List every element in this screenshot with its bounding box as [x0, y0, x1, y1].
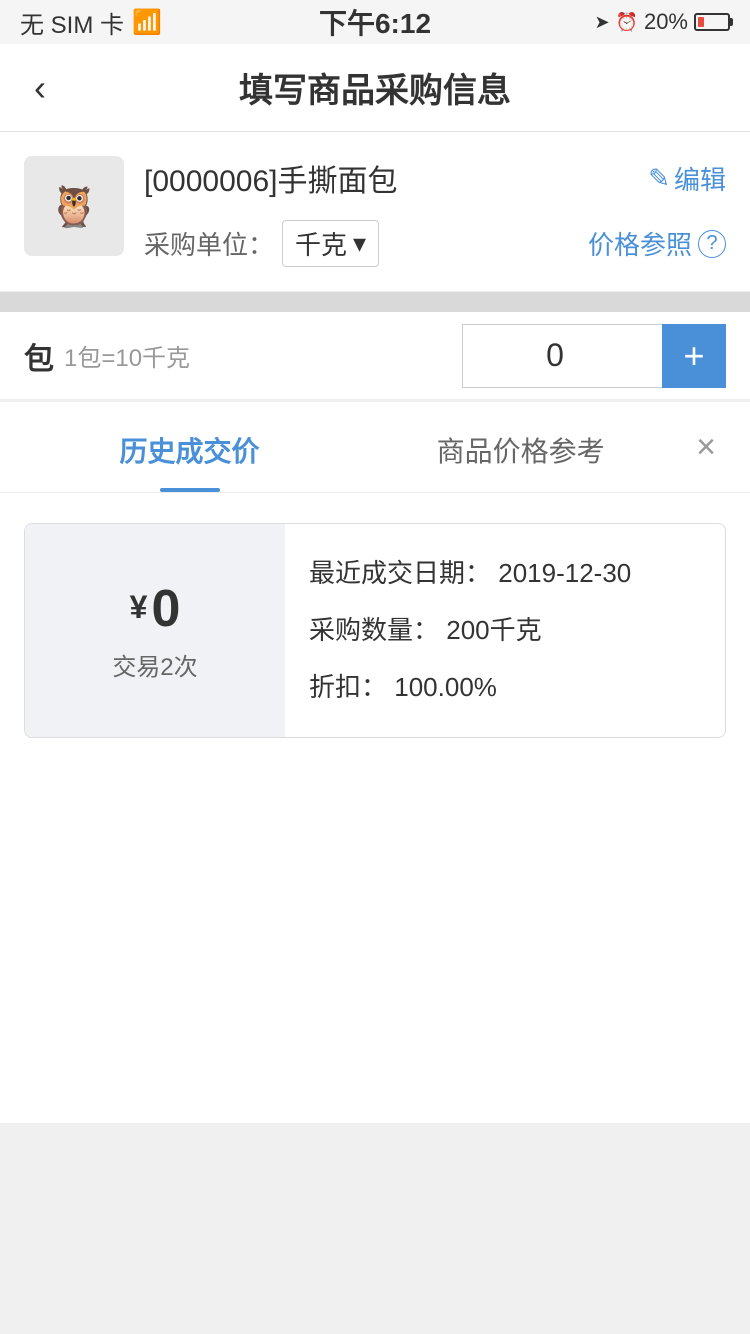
qty-plus-button[interactable]: +: [662, 324, 726, 388]
battery-indicator: [694, 13, 730, 31]
purchase-qty-label: 采购数量：: [309, 615, 439, 645]
price-transactions: 交易2次: [112, 647, 197, 682]
product-meta: 采购单位： 千克 ▾ 价格参照 ?: [144, 220, 726, 267]
discount-value: 100.00%: [394, 672, 497, 702]
edit-label: 编辑: [674, 160, 726, 197]
status-right: ➤ ⏰ 20%: [594, 9, 730, 35]
unit-value: 千克: [295, 225, 347, 262]
recent-date-label: 最近成交日期：: [309, 558, 491, 588]
purchase-qty-row: 采购数量： 200千克: [309, 611, 701, 650]
price-amount: ¥ 0: [130, 579, 181, 639]
divider-bar: [0, 292, 750, 312]
price-value: 0: [151, 579, 180, 639]
dropdown-icon: ▾: [353, 228, 366, 259]
nav-bar: ‹ 填写商品采购信息: [0, 44, 750, 132]
status-time: 下午6:12: [319, 2, 431, 42]
price-ref-button[interactable]: 价格参照 ?: [588, 225, 726, 262]
product-title: 手撕面包: [277, 165, 397, 198]
product-header: [0000006]手撕面包 ✎ 编辑: [144, 156, 726, 200]
tab1-label: 历史成交价: [120, 436, 260, 467]
recent-date-value: 2019-12-30: [498, 558, 631, 588]
price-ref-help-icon: ?: [698, 230, 726, 258]
page-title: 填写商品采购信息: [239, 63, 511, 112]
sim-status: 无 SIM 卡: [20, 5, 124, 40]
unit-prefix-label: 采购单位：: [144, 225, 274, 262]
price-card-right: 最近成交日期： 2019-12-30 采购数量： 200千克 折扣： 100.0…: [285, 524, 725, 737]
product-info: [0000006]手撕面包 ✎ 编辑 采购单位： 千克 ▾ 价格参照 ?: [144, 156, 726, 267]
product-image: 🦉: [24, 156, 124, 256]
discount-label: 折扣：: [309, 672, 387, 702]
unit-label-group: 采购单位： 千克 ▾: [144, 220, 379, 267]
quantity-row: 包 1包=10千克 +: [0, 312, 750, 400]
back-button[interactable]: ‹: [24, 57, 56, 119]
tab-price-reference[interactable]: 商品价格参考: [355, 402, 686, 492]
qty-conversion: 1包=10千克: [64, 338, 190, 373]
tab-content: ¥ 0 交易2次 最近成交日期： 2019-12-30 采购数量： 200千克 …: [0, 523, 750, 1123]
status-bar: 无 SIM 卡 📶 下午6:12 ➤ ⏰ 20%: [0, 0, 750, 44]
price-card: ¥ 0 交易2次 最近成交日期： 2019-12-30 采购数量： 200千克 …: [24, 523, 726, 738]
tabs-section: 历史成交价 商品价格参考 × ¥ 0 交易2次 最近成交日期： 2019-12-…: [0, 402, 750, 1123]
product-section: 🦉 [0000006]手撕面包 ✎ 编辑 采购单位： 千克 ▾ 价格参照 ?: [0, 132, 750, 292]
status-left: 无 SIM 卡 📶: [20, 5, 162, 40]
price-currency-symbol: ¥: [130, 579, 148, 626]
qty-controls: +: [462, 324, 726, 388]
product-name: [0000006]手撕面包: [144, 156, 397, 200]
discount-row: 折扣： 100.00%: [309, 668, 701, 707]
tabs-close-button[interactable]: ×: [686, 420, 726, 474]
price-ref-label: 价格参照: [588, 225, 692, 262]
recent-date-row: 最近成交日期： 2019-12-30: [309, 554, 701, 593]
product-thumbnail-icon: 🦉: [49, 183, 99, 230]
edit-button[interactable]: ✎ 编辑: [648, 160, 726, 197]
quantity-input[interactable]: [462, 324, 662, 388]
tabs-header: 历史成交价 商品价格参考 ×: [0, 402, 750, 493]
battery-percent: 20%: [644, 9, 688, 35]
edit-icon: ✎: [648, 163, 670, 194]
product-id: [0000006]: [144, 165, 277, 198]
purchase-qty-value: 200千克: [446, 615, 541, 645]
tab-history-price[interactable]: 历史成交价: [24, 402, 355, 492]
price-card-left: ¥ 0 交易2次: [25, 524, 285, 737]
qty-label: 包 1包=10千克: [24, 334, 190, 378]
alarm-icon: ⏰: [616, 12, 638, 33]
unit-select-dropdown[interactable]: 千克 ▾: [282, 220, 379, 267]
tab2-label: 商品价格参考: [437, 436, 605, 467]
wifi-icon: 📶: [132, 8, 162, 37]
location-icon: ➤: [594, 12, 609, 33]
qty-unit-name: 包: [24, 334, 54, 378]
